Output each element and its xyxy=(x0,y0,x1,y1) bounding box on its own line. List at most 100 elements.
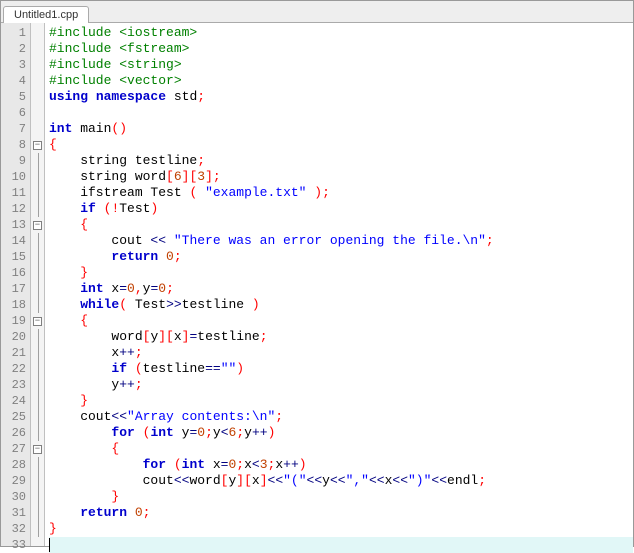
code-line[interactable]: cout << "There was an error opening the … xyxy=(49,233,633,249)
code-line[interactable]: } xyxy=(49,265,633,281)
line-number: 32 xyxy=(1,521,30,537)
fold-cell xyxy=(31,153,44,169)
fold-toggle-icon[interactable]: − xyxy=(33,221,42,230)
line-number: 19 xyxy=(1,313,30,329)
code-editor[interactable]: 1234567891011121314151617181920212223242… xyxy=(1,23,633,546)
line-number: 26 xyxy=(1,425,30,441)
line-number: 23 xyxy=(1,377,30,393)
fold-cell xyxy=(31,489,44,505)
line-number: 24 xyxy=(1,393,30,409)
line-number: 25 xyxy=(1,409,30,425)
code-line[interactable]: cout<<"Array contents:\n"; xyxy=(49,409,633,425)
code-line[interactable]: return 0; xyxy=(49,505,633,521)
line-number: 11 xyxy=(1,185,30,201)
fold-cell xyxy=(31,537,44,553)
fold-cell xyxy=(31,105,44,121)
fold-toggle-icon[interactable]: − xyxy=(33,141,42,150)
code-line[interactable]: #include <vector> xyxy=(49,73,633,89)
code-line[interactable]: { xyxy=(49,313,633,329)
fold-cell xyxy=(31,393,44,409)
code-line[interactable]: for (int y=0;y<6;y++) xyxy=(49,425,633,441)
fold-toggle-icon[interactable]: − xyxy=(33,445,42,454)
line-number: 22 xyxy=(1,361,30,377)
code-line[interactable]: #include <string> xyxy=(49,57,633,73)
code-line[interactable]: x++; xyxy=(49,345,633,361)
line-number: 12 xyxy=(1,201,30,217)
fold-cell xyxy=(31,233,44,249)
line-number: 4 xyxy=(1,73,30,89)
text-caret xyxy=(49,538,50,552)
code-line[interactable]: } xyxy=(49,393,633,409)
code-line[interactable]: string word[6][3]; xyxy=(49,169,633,185)
code-line[interactable]: y++; xyxy=(49,377,633,393)
code-line[interactable]: { xyxy=(49,137,633,153)
fold-cell xyxy=(31,345,44,361)
fold-cell xyxy=(31,473,44,489)
fold-cell xyxy=(31,521,44,537)
line-number: 8 xyxy=(1,137,30,153)
line-number: 31 xyxy=(1,505,30,521)
code-area[interactable]: #include <iostream>#include <fstream>#in… xyxy=(45,23,633,546)
fold-cell xyxy=(31,457,44,473)
line-number: 10 xyxy=(1,169,30,185)
code-line[interactable]: #include <iostream> xyxy=(49,25,633,41)
fold-cell xyxy=(31,185,44,201)
code-line[interactable]: return 0; xyxy=(49,249,633,265)
line-number: 7 xyxy=(1,121,30,137)
code-line[interactable]: int main() xyxy=(49,121,633,137)
code-line[interactable]: using namespace std; xyxy=(49,89,633,105)
code-line[interactable]: ifstream Test ( "example.txt" ); xyxy=(49,185,633,201)
code-line[interactable]: string testline; xyxy=(49,153,633,169)
line-number: 6 xyxy=(1,105,30,121)
fold-toggle-icon[interactable]: − xyxy=(33,317,42,326)
line-number: 13 xyxy=(1,217,30,233)
fold-cell xyxy=(31,409,44,425)
code-line[interactable] xyxy=(49,537,633,553)
line-number-gutter: 1234567891011121314151617181920212223242… xyxy=(1,23,31,546)
code-line[interactable]: word[y][x]=testline; xyxy=(49,329,633,345)
fold-cell xyxy=(31,265,44,281)
fold-cell xyxy=(31,329,44,345)
line-number: 33 xyxy=(1,537,30,553)
fold-cell xyxy=(31,281,44,297)
line-number: 15 xyxy=(1,249,30,265)
fold-cell xyxy=(31,425,44,441)
fold-cell: − xyxy=(31,137,44,153)
fold-cell xyxy=(31,121,44,137)
line-number: 27 xyxy=(1,441,30,457)
fold-cell xyxy=(31,169,44,185)
line-number: 18 xyxy=(1,297,30,313)
file-tab[interactable]: Untitled1.cpp xyxy=(3,6,89,23)
code-line[interactable] xyxy=(49,105,633,121)
fold-cell xyxy=(31,297,44,313)
fold-cell: − xyxy=(31,217,44,233)
fold-cell xyxy=(31,505,44,521)
fold-cell: − xyxy=(31,313,44,329)
fold-cell: − xyxy=(31,441,44,457)
fold-cell xyxy=(31,89,44,105)
code-line[interactable]: { xyxy=(49,217,633,233)
code-line[interactable]: { xyxy=(49,441,633,457)
code-line[interactable]: while( Test>>testline ) xyxy=(49,297,633,313)
code-line[interactable]: #include <fstream> xyxy=(49,41,633,57)
code-line[interactable]: } xyxy=(49,489,633,505)
line-number: 16 xyxy=(1,265,30,281)
code-line[interactable]: if (!Test) xyxy=(49,201,633,217)
line-number: 5 xyxy=(1,89,30,105)
tab-bar: Untitled1.cpp xyxy=(1,1,633,23)
line-number: 29 xyxy=(1,473,30,489)
code-line[interactable]: cout<<word[y][x]<<"("<<y<<","<<x<<")"<<e… xyxy=(49,473,633,489)
fold-cell xyxy=(31,249,44,265)
line-number: 17 xyxy=(1,281,30,297)
line-number: 21 xyxy=(1,345,30,361)
code-line[interactable]: if (testline=="") xyxy=(49,361,633,377)
fold-cell xyxy=(31,41,44,57)
fold-cell xyxy=(31,25,44,41)
fold-cell xyxy=(31,377,44,393)
line-number: 1 xyxy=(1,25,30,41)
code-line[interactable]: for (int x=0;x<3;x++) xyxy=(49,457,633,473)
code-line[interactable]: int x=0,y=0; xyxy=(49,281,633,297)
line-number: 30 xyxy=(1,489,30,505)
fold-cell xyxy=(31,201,44,217)
code-line[interactable]: } xyxy=(49,521,633,537)
